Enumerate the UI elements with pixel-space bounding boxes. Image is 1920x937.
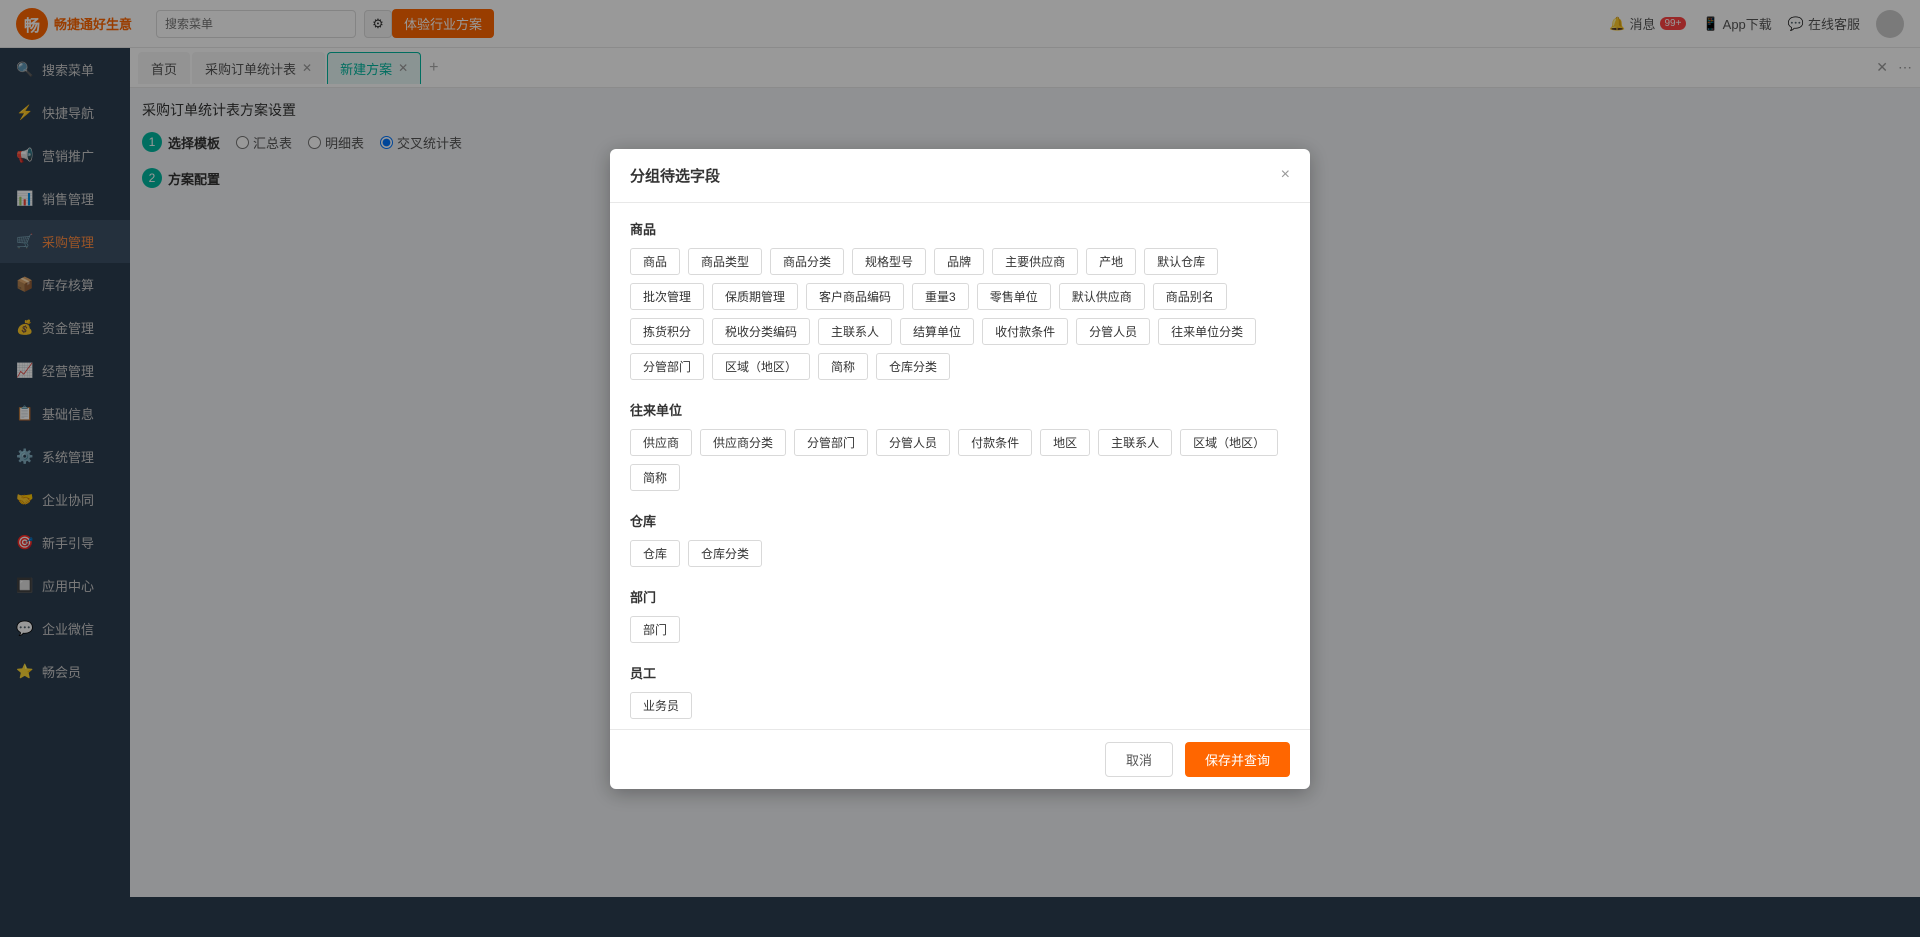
field-tag[interactable]: 地区 <box>1040 429 1090 456</box>
field-tag[interactable]: 供应商 <box>630 429 692 456</box>
field-tag[interactable]: 付款条件 <box>958 429 1032 456</box>
field-tag[interactable]: 结算单位 <box>900 318 974 345</box>
field-tag[interactable]: 重量3 <box>912 283 969 310</box>
field-tag[interactable]: 主要供应商 <box>992 248 1078 275</box>
field-tag[interactable]: 商品类型 <box>688 248 762 275</box>
section-title-warehouse: 仓库 <box>630 511 1290 530</box>
field-tag[interactable]: 分管部门 <box>630 353 704 380</box>
dialog-title: 分组待选字段 <box>630 165 720 186</box>
field-tag[interactable]: 分管部门 <box>794 429 868 456</box>
field-tag[interactable]: 仓库 <box>630 540 680 567</box>
section-partner: 往来单位供应商供应商分类分管部门分管人员付款条件地区主联系人区域（地区） 简称 <box>630 400 1290 491</box>
field-tag[interactable]: 客户商品编码 <box>806 283 904 310</box>
dialog-body: 商品商品商品类型商品分类规格型号品牌主要供应商产地默认仓库批次管理保质期管理客户… <box>610 203 1310 729</box>
field-tag[interactable]: 拣货积分 <box>630 318 704 345</box>
dialog-overlay: 分组待选字段 × 商品商品商品类型商品分类规格型号品牌主要供应商产地默认仓库批次… <box>0 0 1920 937</box>
section-department: 部门部门 <box>630 587 1290 643</box>
field-tag[interactable]: 默认供应商 <box>1059 283 1145 310</box>
field-tag[interactable]: 业务员 <box>630 692 692 719</box>
field-tag[interactable]: 分管人员 <box>1076 318 1150 345</box>
field-tag[interactable]: 商品分类 <box>770 248 844 275</box>
section-warehouse: 仓库仓库仓库分类 <box>630 511 1290 567</box>
field-tag[interactable]: 产地 <box>1086 248 1136 275</box>
field-tag[interactable]: 规格型号 <box>852 248 926 275</box>
field-tag[interactable]: 分管人员 <box>876 429 950 456</box>
field-tag[interactable]: 区域（地区） <box>1180 429 1278 456</box>
field-tag[interactable]: 仓库分类 <box>688 540 762 567</box>
field-tag[interactable]: 批次管理 <box>630 283 704 310</box>
field-tag[interactable]: 主联系人 <box>1098 429 1172 456</box>
dialog-close-button[interactable]: × <box>1281 166 1290 184</box>
field-tag[interactable]: 往来单位分类 <box>1158 318 1256 345</box>
field-tag[interactable]: 收付款条件 <box>982 318 1068 345</box>
section-employee: 员工业务员 <box>630 663 1290 719</box>
dialog-header: 分组待选字段 × <box>610 149 1310 203</box>
field-tag[interactable]: 主联系人 <box>818 318 892 345</box>
dialog: 分组待选字段 × 商品商品商品类型商品分类规格型号品牌主要供应商产地默认仓库批次… <box>610 149 1310 789</box>
section-title-department: 部门 <box>630 587 1290 606</box>
field-tag[interactable]: 区域（地区） <box>712 353 810 380</box>
section-title-product: 商品 <box>630 219 1290 238</box>
field-tag[interactable]: 供应商分类 <box>700 429 786 456</box>
field-tag[interactable]: 商品别名 <box>1153 283 1227 310</box>
section-title-partner: 往来单位 <box>630 400 1290 419</box>
field-tag[interactable]: 零售单位 <box>977 283 1051 310</box>
field-tag[interactable]: 默认仓库 <box>1144 248 1218 275</box>
section-title-employee: 员工 <box>630 663 1290 682</box>
field-tag[interactable]: 商品 <box>630 248 680 275</box>
field-tag[interactable]: 税收分类编码 <box>712 318 810 345</box>
section-product: 商品商品商品类型商品分类规格型号品牌主要供应商产地默认仓库批次管理保质期管理客户… <box>630 219 1290 380</box>
field-grid-partner: 供应商供应商分类分管部门分管人员付款条件地区主联系人区域（地区） 简称 <box>630 429 1290 491</box>
save-button[interactable]: 保存并查询 <box>1185 742 1290 777</box>
field-tag[interactable]: 简称 <box>630 464 680 491</box>
field-grid-employee: 业务员 <box>630 692 1290 719</box>
field-tag[interactable]: 保质期管理 <box>712 283 798 310</box>
field-grid-department: 部门 <box>630 616 1290 643</box>
field-grid-warehouse: 仓库仓库分类 <box>630 540 1290 567</box>
field-tag[interactable]: 部门 <box>630 616 680 643</box>
field-tag[interactable]: 品牌 <box>934 248 984 275</box>
cancel-button[interactable]: 取消 <box>1105 742 1173 777</box>
field-tag[interactable]: 简称 <box>818 353 868 380</box>
dialog-footer: 取消 保存并查询 <box>610 729 1310 789</box>
field-grid-product: 商品商品类型商品分类规格型号品牌主要供应商产地默认仓库批次管理保质期管理客户商品… <box>630 248 1290 380</box>
field-tag[interactable]: 仓库分类 <box>876 353 950 380</box>
